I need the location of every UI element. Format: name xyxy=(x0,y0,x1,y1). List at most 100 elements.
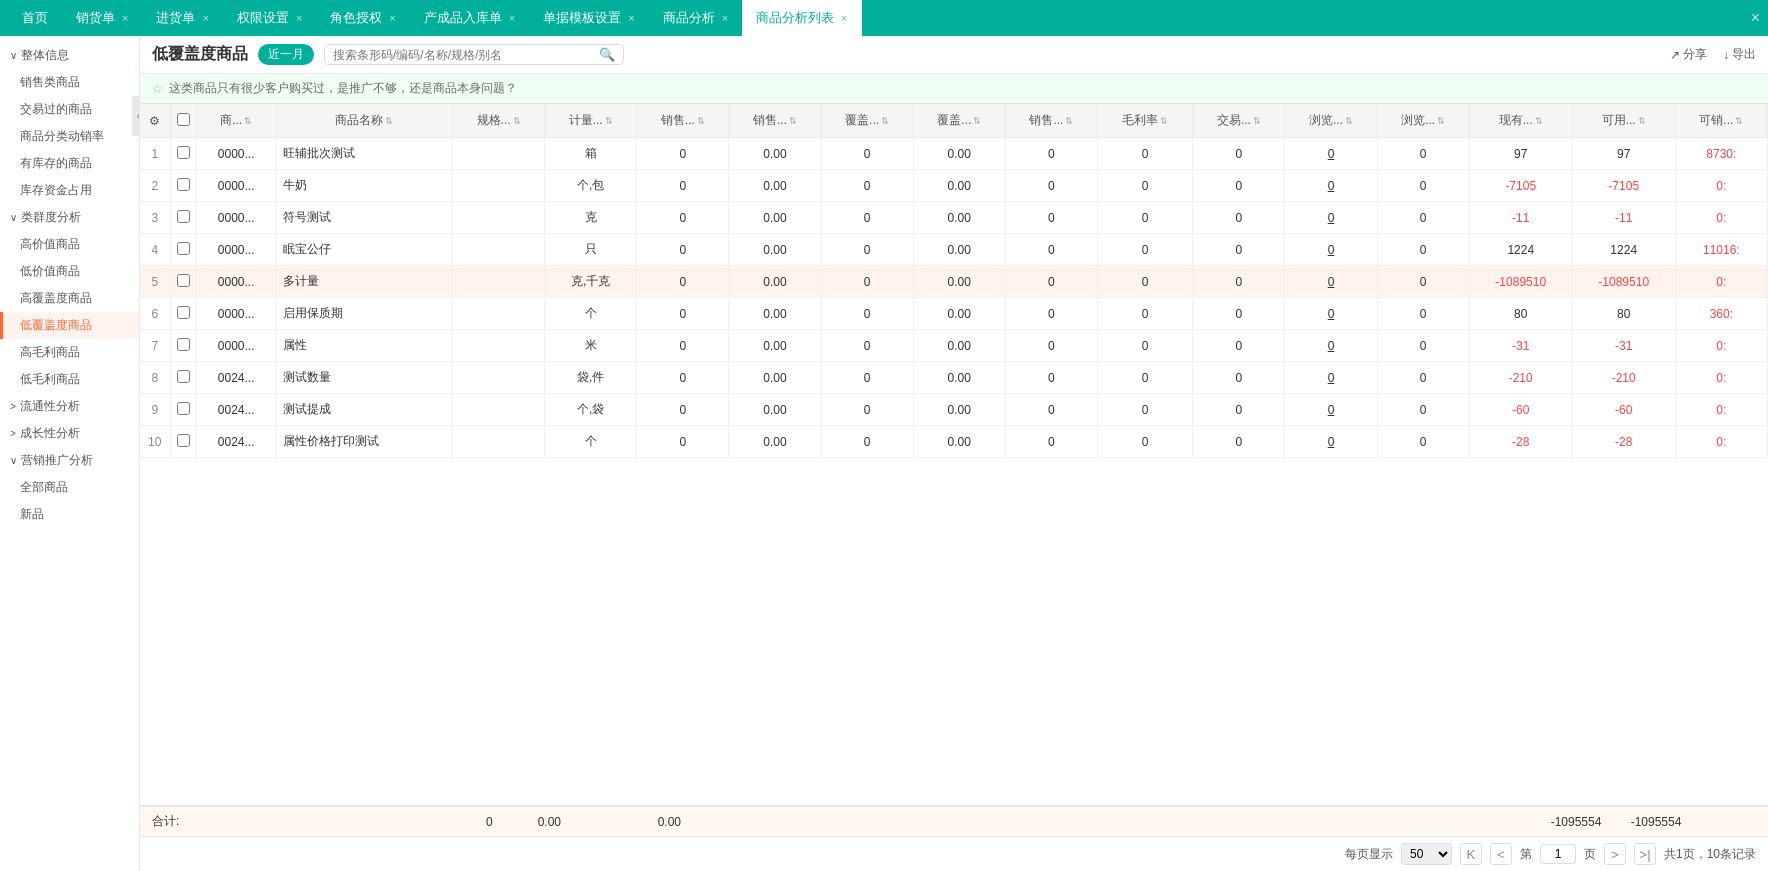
sidebar-section-overall[interactable]: ∨ 整体信息 xyxy=(0,42,139,69)
sales-amt-col-header[interactable]: 销售...⇅ xyxy=(729,104,821,138)
row-checkbox[interactable] xyxy=(177,242,190,255)
sidebar-item-low-margin[interactable]: 低毛利商品 xyxy=(0,366,139,393)
row-browse1[interactable]: 0 xyxy=(1285,202,1377,234)
nav-tab-sales[interactable]: 销货单 × xyxy=(62,0,142,36)
row-name[interactable]: 测试数量 xyxy=(276,362,452,394)
sales-count-col-header[interactable]: 销售...⇅ xyxy=(1005,104,1097,138)
row-browse1[interactable]: 0 xyxy=(1285,394,1377,426)
sidebar-section-cluster[interactable]: ∨ 类群度分析 xyxy=(0,204,139,231)
nav-tab-goods-analysis[interactable]: 商品分析 × xyxy=(649,0,742,36)
sidebar-section-growth[interactable]: > 成长性分析 xyxy=(0,420,139,447)
export-button[interactable]: ↓ 导出 xyxy=(1723,46,1756,63)
share-button[interactable]: ↗ 分享 xyxy=(1670,46,1707,63)
row-name[interactable]: 牛奶 xyxy=(276,170,452,202)
row-checkbox[interactable] xyxy=(177,178,190,191)
row-name[interactable]: 启用保质期 xyxy=(276,298,452,330)
browse1-col-header[interactable]: 浏览...⇅ xyxy=(1285,104,1377,138)
nav-tab-home[interactable]: 首页 xyxy=(8,0,62,36)
sidebar-item-high-value[interactable]: 高价值商品 xyxy=(0,231,139,258)
sidebar-item-all-goods[interactable]: 全部商品 xyxy=(0,474,139,501)
row-browse1[interactable]: 0 xyxy=(1285,138,1377,170)
coverage2-col-header[interactable]: 覆盖...⇅ xyxy=(913,104,1005,138)
sidebar-item-traded-goods[interactable]: 交易过的商品 xyxy=(0,96,139,123)
nav-tab-production[interactable]: 产成品入库单 × xyxy=(410,0,529,36)
sidebar-collapse-button[interactable]: « xyxy=(132,96,140,136)
row-name[interactable]: 属性 xyxy=(276,330,452,362)
row-name[interactable]: 符号测试 xyxy=(276,202,452,234)
sellable-col-header[interactable]: 可销...⇅ xyxy=(1675,104,1767,138)
close-all-tabs[interactable]: × xyxy=(1751,9,1760,27)
row-browse1[interactable]: 0 xyxy=(1285,426,1377,458)
sidebar-section-marketing[interactable]: ∨ 营销推广分析 xyxy=(0,447,139,474)
available-col-header[interactable]: 可用...⇅ xyxy=(1572,104,1675,138)
checkbox-col-header[interactable] xyxy=(170,104,196,138)
next-page-button[interactable]: > xyxy=(1604,843,1626,865)
close-production-tab[interactable]: × xyxy=(509,12,515,24)
name-col-header[interactable]: 商品名称⇅ xyxy=(276,104,452,138)
row-checkbox-cell[interactable] xyxy=(170,266,196,298)
nav-tab-purchase[interactable]: 进货单 × xyxy=(142,0,222,36)
sidebar-item-category-rate[interactable]: 商品分类动销率 xyxy=(0,123,139,150)
sidebar-item-new-goods[interactable]: 新品 xyxy=(0,501,139,528)
close-goods-list-tab[interactable]: × xyxy=(841,12,847,24)
first-page-button[interactable]: K xyxy=(1460,843,1482,865)
search-icon[interactable]: 🔍 xyxy=(599,47,615,62)
row-checkbox-cell[interactable] xyxy=(170,298,196,330)
row-name[interactable]: 属性价格打印测试 xyxy=(276,426,452,458)
close-sales-tab[interactable]: × xyxy=(122,12,128,24)
page-size-select[interactable]: 50 20 100 xyxy=(1401,843,1452,865)
sidebar-item-inventory-capital[interactable]: 库存资金占用 xyxy=(0,177,139,204)
spec-col-header[interactable]: 规格...⇅ xyxy=(452,104,544,138)
row-checkbox-cell[interactable] xyxy=(170,362,196,394)
row-checkbox-cell[interactable] xyxy=(170,138,196,170)
sidebar-item-high-margin[interactable]: 高毛利商品 xyxy=(0,339,139,366)
row-checkbox-cell[interactable] xyxy=(170,234,196,266)
sidebar-item-high-coverage[interactable]: 高覆盖度商品 xyxy=(0,285,139,312)
browse2-col-header[interactable]: 浏览...⇅ xyxy=(1377,104,1469,138)
row-name[interactable]: 旺辅批次测试 xyxy=(276,138,452,170)
sidebar-section-flow[interactable]: > 流通性分析 xyxy=(0,393,139,420)
current-stock-col-header[interactable]: 现有...⇅ xyxy=(1469,104,1572,138)
row-checkbox-cell[interactable] xyxy=(170,426,196,458)
close-purchase-tab[interactable]: × xyxy=(202,12,208,24)
row-checkbox[interactable] xyxy=(177,306,190,319)
unit-col-header[interactable]: 计量...⇅ xyxy=(545,104,637,138)
nav-tab-permissions[interactable]: 权限设置 × xyxy=(223,0,316,36)
row-checkbox-cell[interactable] xyxy=(170,170,196,202)
row-checkbox[interactable] xyxy=(177,338,190,351)
close-roles-tab[interactable]: × xyxy=(389,12,395,24)
sidebar-item-sales-goods[interactable]: 销售类商品 xyxy=(0,69,139,96)
code-col-header[interactable]: 商...⇅ xyxy=(196,104,276,138)
last-page-button[interactable]: >| xyxy=(1634,843,1656,865)
row-name[interactable]: 多计量 xyxy=(276,266,452,298)
row-checkbox[interactable] xyxy=(177,434,190,447)
close-permissions-tab[interactable]: × xyxy=(296,12,302,24)
sidebar-item-low-coverage[interactable]: 低覆盖度商品 xyxy=(0,312,139,339)
select-all-checkbox[interactable] xyxy=(177,113,190,126)
settings-col-header[interactable]: ⚙ xyxy=(140,104,170,138)
row-checkbox-cell[interactable] xyxy=(170,330,196,362)
coverage1-col-header[interactable]: 覆盖...⇅ xyxy=(821,104,913,138)
row-checkbox[interactable] xyxy=(177,146,190,159)
sales-qty-col-header[interactable]: 销售...⇅ xyxy=(637,104,729,138)
close-goods-analysis-tab[interactable]: × xyxy=(722,12,728,24)
row-browse1[interactable]: 0 xyxy=(1285,234,1377,266)
row-browse1[interactable]: 0 xyxy=(1285,362,1377,394)
nav-tab-templates[interactable]: 单据模板设置 × xyxy=(529,0,648,36)
row-browse1[interactable]: 0 xyxy=(1285,266,1377,298)
sidebar-item-stocked-goods[interactable]: 有库存的商品 xyxy=(0,150,139,177)
row-checkbox-cell[interactable] xyxy=(170,202,196,234)
prev-page-button[interactable]: < xyxy=(1490,843,1512,865)
row-browse1[interactable]: 0 xyxy=(1285,330,1377,362)
row-checkbox-cell[interactable] xyxy=(170,394,196,426)
nav-tab-goods-list[interactable]: 商品分析列表 × xyxy=(742,0,861,36)
row-browse1[interactable]: 0 xyxy=(1285,298,1377,330)
sidebar-item-low-value[interactable]: 低价值商品 xyxy=(0,258,139,285)
row-checkbox[interactable] xyxy=(177,274,190,287)
gross-rate-col-header[interactable]: 毛利率⇅ xyxy=(1097,104,1192,138)
search-input[interactable] xyxy=(333,48,595,62)
row-checkbox[interactable] xyxy=(177,370,190,383)
row-browse1[interactable]: 0 xyxy=(1285,170,1377,202)
row-name[interactable]: 眠宝公仔 xyxy=(276,234,452,266)
nav-tab-roles[interactable]: 角色授权 × xyxy=(316,0,409,36)
